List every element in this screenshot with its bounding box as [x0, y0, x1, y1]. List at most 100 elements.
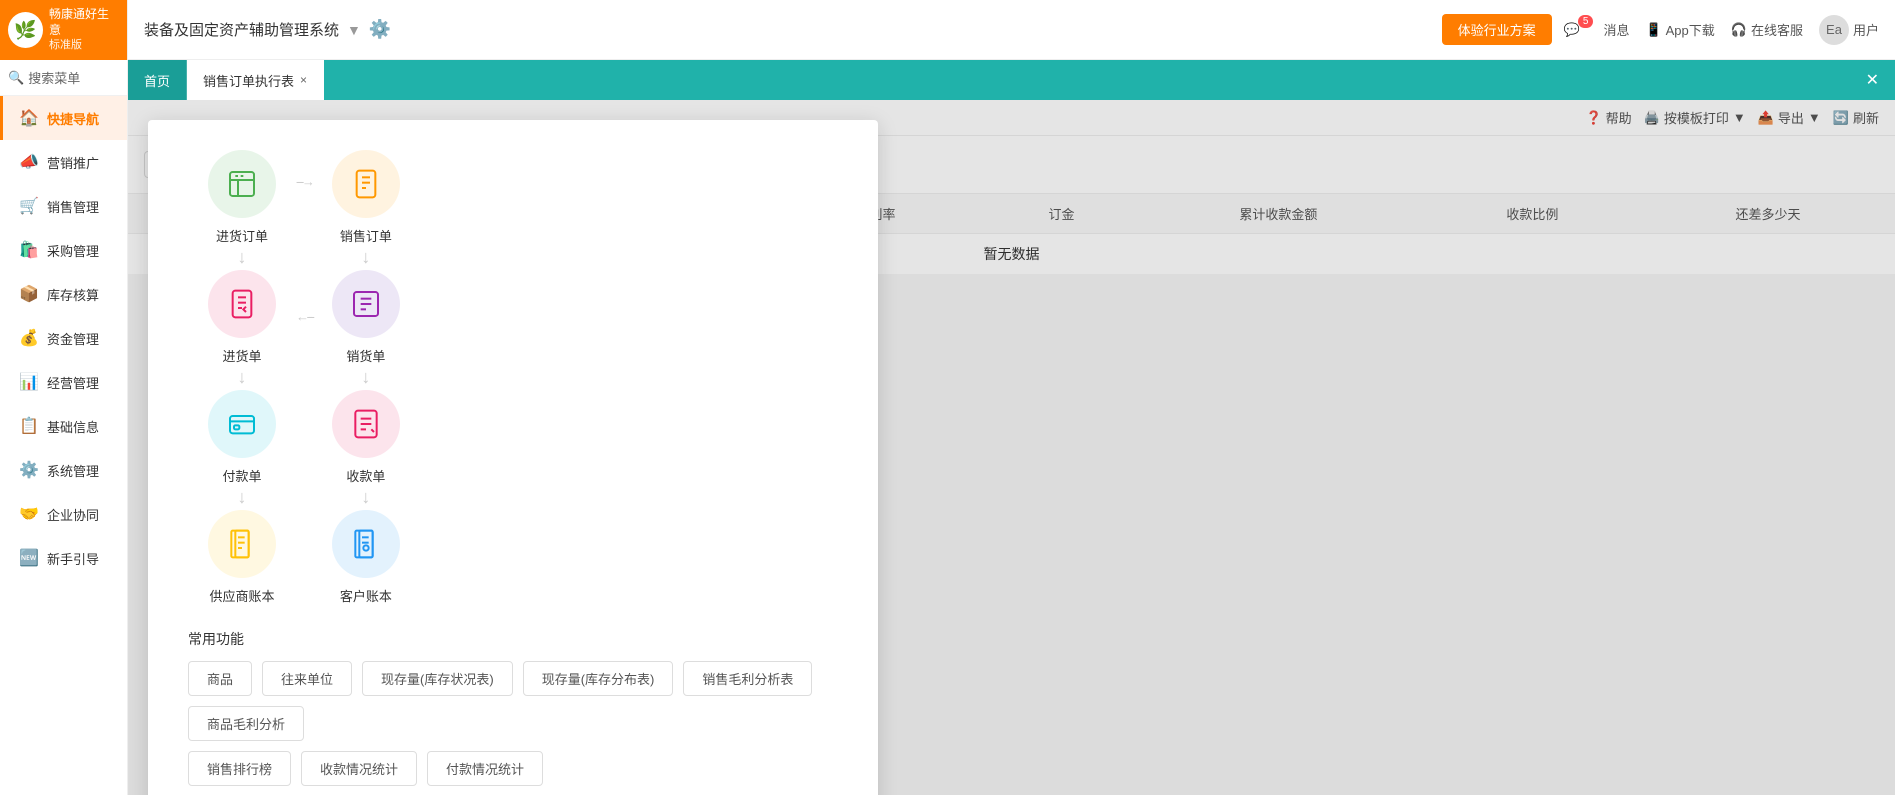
sales-bill-circle[interactable]	[332, 270, 400, 338]
app-download-icon: 📱	[1645, 22, 1661, 38]
sidebar-item-label: 销售管理	[47, 197, 99, 216]
sidebar-item-label: 资金管理	[47, 329, 99, 348]
dashed-arrow-2: ← - - -	[296, 309, 312, 324]
topbar-title-area: 装备及固定资产辅助管理系统 ▼ ⚙️	[144, 19, 1430, 40]
topbar-right: 💬 5 消息 📱 App下载 🎧 在线客服 Ea 用户	[1564, 15, 1879, 45]
flow-node-sales-bill[interactable]: 销货单	[332, 270, 400, 365]
func-btn-stock-status[interactable]: 现存量(库存状况表)	[362, 661, 513, 696]
corp-coop-icon: 🤝	[19, 504, 39, 524]
online-service-btn[interactable]: 🎧 在线客服	[1731, 20, 1803, 39]
flow-node-purchase-order[interactable]: 进货订单	[208, 150, 276, 245]
finance-icon: 💰	[19, 328, 39, 348]
flow-node-customer-ledger[interactable]: 客户账本	[332, 510, 400, 605]
func-btn-payment-stats[interactable]: 付款情况统计	[427, 751, 543, 786]
supplier-ledger-circle[interactable]	[208, 510, 276, 578]
sidebar-item-operations[interactable]: 📊 经营管理	[0, 360, 127, 404]
user-avatar: Ea	[1819, 15, 1849, 45]
payment-bill-label: 付款单	[222, 466, 261, 485]
logo-text: 畅康通好生意 标准版	[49, 7, 119, 52]
customer-ledger-circle[interactable]	[332, 510, 400, 578]
popup-overlay: 进货订单 ↓ 进货单 ↓	[128, 100, 1895, 795]
tabs-close-all-btn[interactable]: ✕	[1850, 60, 1895, 100]
customer-ledger-label: 客户账本	[340, 586, 392, 605]
func-btn-sales-rank[interactable]: 销售排行榜	[188, 751, 291, 786]
tab-close-icon[interactable]: ×	[300, 73, 307, 87]
sidebar-search[interactable]: 🔍 搜索菜单	[0, 60, 127, 96]
sidebar-item-system[interactable]: ⚙️ 系统管理	[0, 448, 127, 492]
topbar: 装备及固定资产辅助管理系统 ▼ ⚙️ 体验行业方案 💬 5 消息 📱 App下载…	[128, 0, 1895, 60]
purchase-icon: 🛍️	[19, 240, 39, 260]
arrow-down-5: ↓	[361, 367, 370, 388]
sidebar-item-sales[interactable]: 🛒 销售管理	[0, 184, 127, 228]
sidebar-item-label: 营销推广	[47, 153, 99, 172]
sales-icon: 🛒	[19, 196, 39, 216]
tabs-bar: 首页 销售订单执行表 × ✕	[128, 60, 1895, 100]
settings-icon[interactable]: ⚙️	[369, 19, 391, 40]
system-icon: ⚙️	[19, 460, 39, 480]
tab-home-label: 首页	[144, 71, 170, 90]
sidebar-item-label: 库存核算	[47, 285, 99, 304]
flow-node-receipt-bill[interactable]: 收款单	[332, 390, 400, 485]
popup-dialog: 进货订单 ↓ 进货单 ↓	[148, 120, 878, 795]
purchase-order-label: 进货订单	[216, 226, 268, 245]
flow-right-col: 销售订单 ↓ 销货单 ↓	[312, 150, 420, 605]
sidebar-item-label: 基础信息	[47, 417, 99, 436]
func-btn-stock-dist[interactable]: 现存量(库存分布表)	[523, 661, 674, 696]
func-buttons-row1: 商品 往来单位 现存量(库存状况表) 现存量(库存分布表) 销售毛利分析表 商品…	[188, 661, 838, 741]
system-title-dropdown[interactable]: ▼	[347, 22, 361, 38]
flow-node-sales-order[interactable]: 销售订单	[332, 150, 400, 245]
common-funcs-title: 常用功能	[188, 629, 838, 649]
sidebar-item-corp-coop[interactable]: 🤝 企业协同	[0, 492, 127, 536]
sidebar-item-basic-info[interactable]: 📋 基础信息	[0, 404, 127, 448]
message-label: 消息	[1603, 20, 1629, 39]
message-badge: 5	[1578, 15, 1594, 28]
purchase-order-circle[interactable]	[208, 150, 276, 218]
tab-home[interactable]: 首页	[128, 60, 187, 100]
func-btn-product-profit[interactable]: 商品毛利分析	[188, 706, 304, 741]
arrow-down-1: ↓	[238, 247, 247, 268]
sidebar-item-quick-nav[interactable]: 🏠 快捷导航	[0, 96, 127, 140]
app-download-btn[interactable]: 📱 App下载	[1645, 20, 1714, 39]
func-btn-product[interactable]: 商品	[188, 661, 252, 696]
receipt-bill-circle[interactable]	[332, 390, 400, 458]
sidebar-item-finance[interactable]: 💰 资金管理	[0, 316, 127, 360]
basic-info-icon: 📋	[19, 416, 39, 436]
search-menu-label: 搜索菜单	[28, 68, 80, 87]
func-btn-partner[interactable]: 往来单位	[262, 661, 352, 696]
purchase-bill-circle[interactable]	[208, 270, 276, 338]
common-funcs-section: 常用功能 商品 往来单位 现存量(库存状况表) 现存量(库存分布表) 销售毛利分…	[188, 629, 838, 786]
sales-order-circle[interactable]	[332, 150, 400, 218]
tab-sales-order[interactable]: 销售订单执行表 ×	[187, 60, 324, 100]
flow-node-purchase-bill[interactable]: 进货单	[208, 270, 276, 365]
marketing-icon: 📣	[19, 152, 39, 172]
receipt-bill-label: 收款单	[346, 466, 385, 485]
h-arrow-bottom: ← - - -	[296, 309, 312, 324]
message-icon: 💬	[1564, 22, 1580, 38]
flow-node-supplier-ledger[interactable]: 供应商账本	[208, 510, 276, 605]
flow-left-col: 进货订单 ↓ 进货单 ↓	[188, 150, 296, 605]
flow-node-payment-bill[interactable]: 付款单	[208, 390, 276, 485]
func-btn-sales-profit[interactable]: 销售毛利分析表	[683, 661, 812, 696]
flow-arrows-middle: - - - → ← - - -	[296, 150, 312, 324]
system-title: 装备及固定资产辅助管理系统	[144, 19, 339, 40]
sidebar-item-purchase[interactable]: 🛍️ 采购管理	[0, 228, 127, 272]
sales-order-label: 销售订单	[340, 226, 392, 245]
user-avatar-area[interactable]: Ea 用户	[1819, 15, 1879, 45]
func-btn-receipt-stats[interactable]: 收款情况统计	[301, 751, 417, 786]
tab-sales-order-label: 销售订单执行表	[203, 71, 294, 90]
sidebar-item-marketing[interactable]: 📣 营销推广	[0, 140, 127, 184]
sales-bill-label: 销货单	[346, 346, 385, 365]
sidebar-item-label: 快捷导航	[47, 109, 99, 128]
experience-btn[interactable]: 体验行业方案	[1442, 14, 1552, 45]
message-btn[interactable]: 💬 5 消息	[1564, 20, 1630, 39]
payment-bill-circle[interactable]	[208, 390, 276, 458]
sidebar-item-newbie[interactable]: 🆕 新手引导	[0, 536, 127, 580]
supplier-ledger-label: 供应商账本	[209, 586, 274, 605]
func-buttons-row2: 销售排行榜 收款情况统计 付款情况统计	[188, 751, 838, 786]
h-arrow-top: - - - →	[296, 174, 312, 189]
search-icon: 🔍	[8, 70, 24, 86]
sidebar-item-inventory[interactable]: 📦 库存核算	[0, 272, 127, 316]
arrow-down-3: ↓	[238, 487, 247, 508]
online-service-label: 在线客服	[1751, 20, 1803, 39]
arrow-down-2: ↓	[238, 367, 247, 388]
